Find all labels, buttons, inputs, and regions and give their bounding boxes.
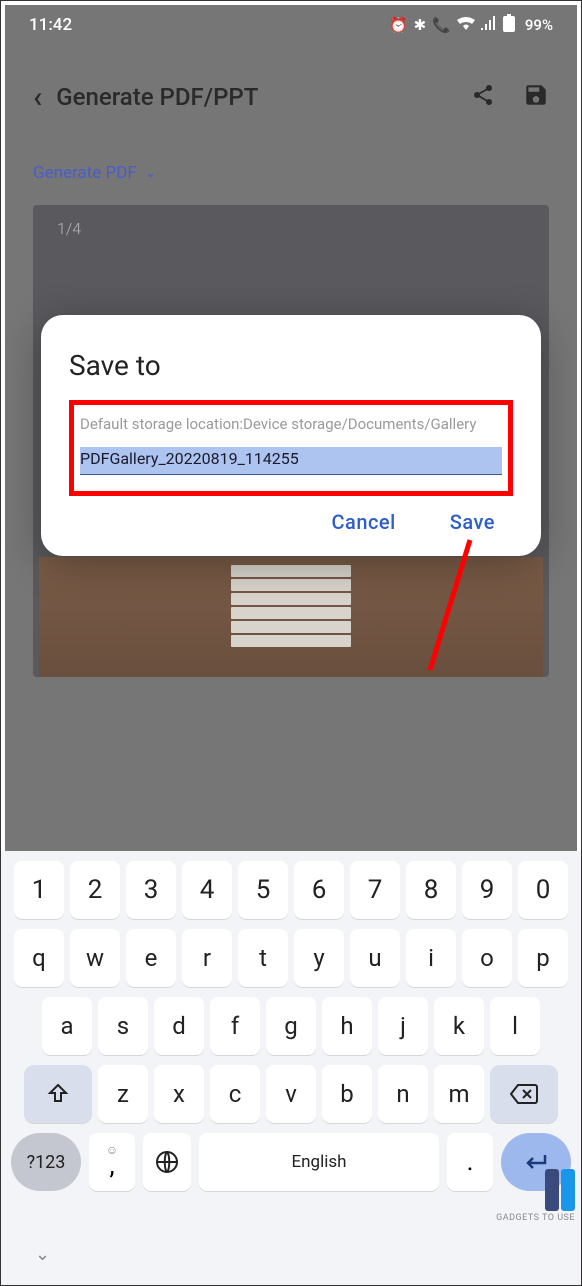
key-v[interactable]: v [266, 1065, 316, 1123]
page-title: Generate PDF/PPT [56, 83, 471, 111]
filename-input[interactable] [80, 447, 502, 475]
save-dialog: Save to Default storage location:Device … [41, 315, 541, 556]
key-7[interactable]: 7 [350, 861, 400, 919]
phone-icon: 📞 [432, 16, 451, 34]
save-disk-icon[interactable] [523, 82, 549, 112]
storage-location-label: Default storage location:Device storage/… [80, 415, 502, 433]
back-icon[interactable]: ‹ [33, 80, 42, 115]
language-key[interactable] [143, 1133, 191, 1191]
share-icon[interactable] [471, 83, 495, 111]
key-0[interactable]: 0 [518, 861, 568, 919]
key-t[interactable]: t [238, 929, 288, 987]
key-q[interactable]: q [14, 929, 64, 987]
key-f[interactable]: f [210, 997, 260, 1055]
key-e[interactable]: e [126, 929, 176, 987]
app-header: ‹ Generate PDF/PPT [5, 67, 577, 127]
period-key[interactable]: . [447, 1133, 493, 1191]
key-4[interactable]: 4 [182, 861, 232, 919]
key-g[interactable]: g [266, 997, 316, 1055]
keyboard-collapse-icon[interactable]: ⌄ [35, 1244, 50, 1265]
key-j[interactable]: j [378, 997, 428, 1055]
bluetooth-icon: ✱ [414, 16, 427, 34]
key-u[interactable]: u [350, 929, 400, 987]
key-m[interactable]: m [434, 1065, 484, 1123]
symbols-key[interactable]: ?123 [11, 1133, 81, 1191]
key-h[interactable]: h [322, 997, 372, 1055]
shift-key[interactable] [24, 1065, 92, 1123]
dropdown-label: Generate PDF [33, 163, 137, 183]
key-z[interactable]: z [98, 1065, 148, 1123]
save-button[interactable]: Save [450, 510, 495, 534]
wifi-icon [457, 16, 475, 34]
keyboard: 1234567890 qwertyuiop asdfghjkl zxcvbnm … [1, 851, 581, 1285]
page-indicator: 1/4 [57, 219, 81, 238]
status-bar: 11:42 ⏰ ✱ 📞 99% [5, 5, 577, 45]
generate-dropdown[interactable]: Generate PDF ⌄ [33, 163, 156, 183]
key-y[interactable]: y [294, 929, 344, 987]
key-x[interactable]: x [154, 1065, 204, 1123]
key-p[interactable]: p [518, 929, 568, 987]
key-c[interactable]: c [210, 1065, 260, 1123]
key-3[interactable]: 3 [126, 861, 176, 919]
annotation-highlight: Default storage location:Device storage/… [69, 400, 513, 496]
battery-percent: 99% [525, 16, 553, 34]
preview-image [39, 557, 543, 677]
space-key[interactable]: English [199, 1133, 439, 1191]
key-w[interactable]: w [70, 929, 120, 987]
key-i[interactable]: i [406, 929, 456, 987]
watermark: GADGETS TO USE [496, 1169, 575, 1223]
key-2[interactable]: 2 [70, 861, 120, 919]
key-o[interactable]: o [462, 929, 512, 987]
key-a[interactable]: a [42, 997, 92, 1055]
comma-key[interactable]: ☺ , [89, 1133, 135, 1191]
key-5[interactable]: 5 [238, 861, 288, 919]
key-r[interactable]: r [182, 929, 232, 987]
key-d[interactable]: d [154, 997, 204, 1055]
chevron-down-icon: ⌄ [145, 165, 157, 181]
cancel-button[interactable]: Cancel [332, 510, 396, 534]
key-k[interactable]: k [434, 997, 484, 1055]
status-time: 11:42 [29, 15, 389, 35]
alarm-icon: ⏰ [389, 16, 408, 34]
battery-icon [503, 14, 515, 36]
signal-icon [481, 16, 497, 34]
backspace-key[interactable] [490, 1065, 558, 1123]
key-b[interactable]: b [322, 1065, 372, 1123]
key-9[interactable]: 9 [462, 861, 512, 919]
key-s[interactable]: s [98, 997, 148, 1055]
key-1[interactable]: 1 [14, 861, 64, 919]
key-6[interactable]: 6 [294, 861, 344, 919]
dialog-title: Save to [69, 349, 513, 382]
key-l[interactable]: l [490, 997, 540, 1055]
key-n[interactable]: n [378, 1065, 428, 1123]
key-8[interactable]: 8 [406, 861, 456, 919]
